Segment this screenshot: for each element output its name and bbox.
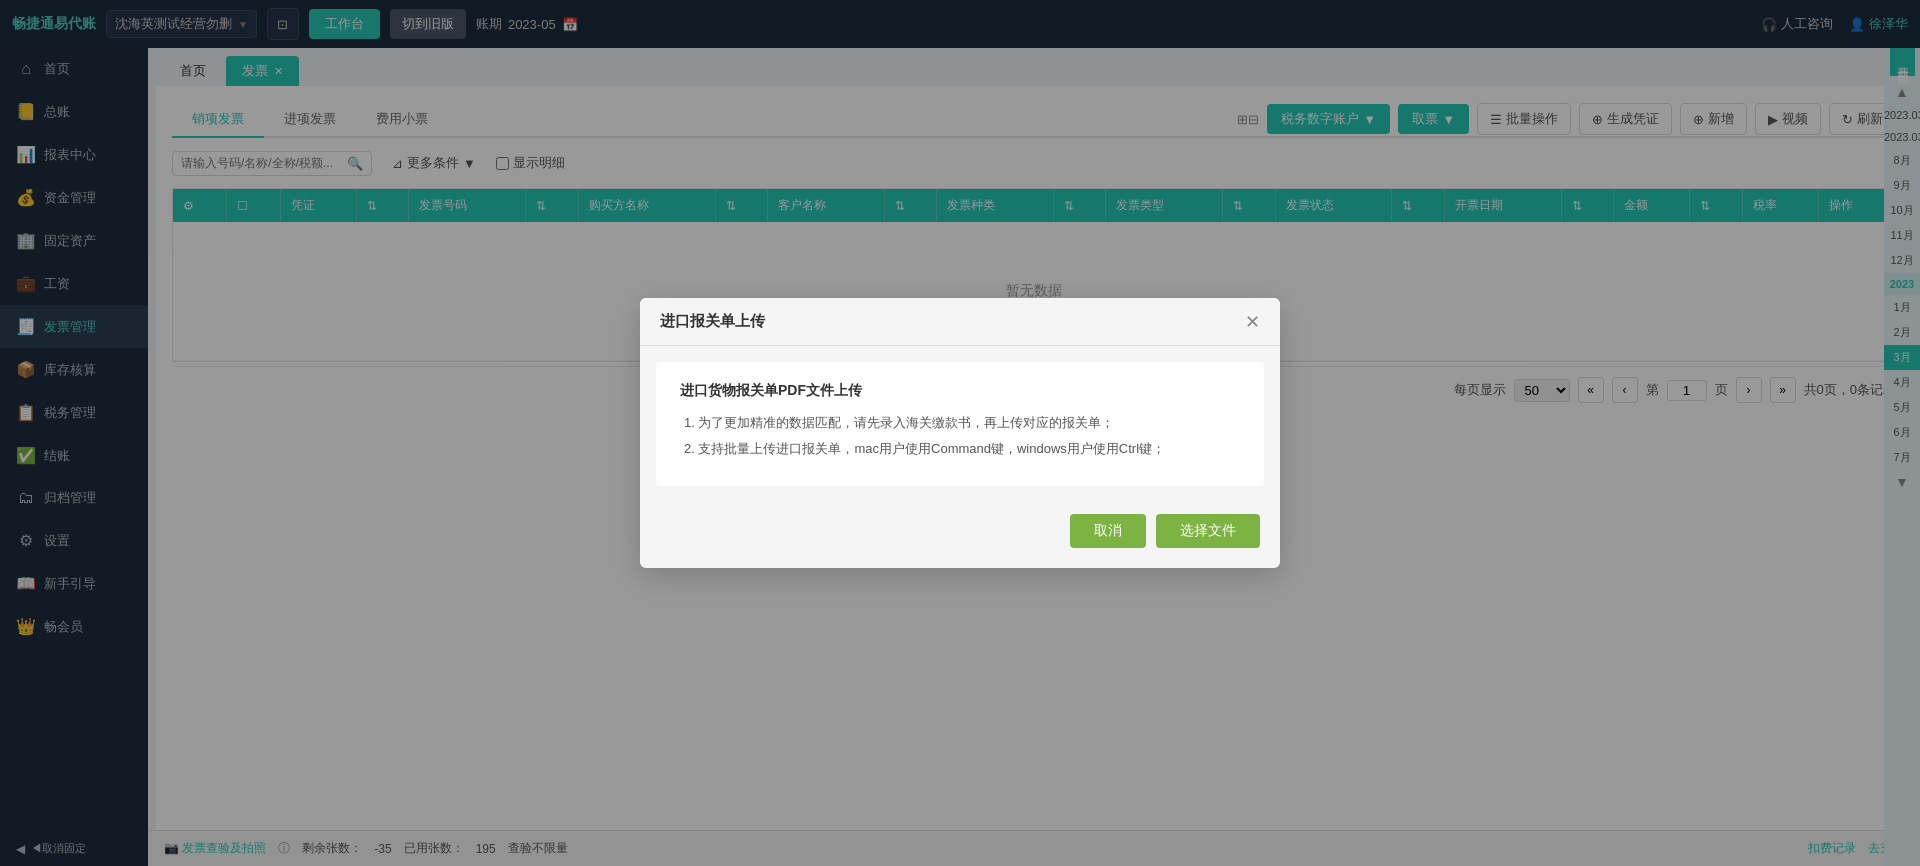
modal-body: 进口货物报关单PDF文件上传 1. 为了更加精准的数据匹配，请先录入海关缴款书，… [656,362,1264,486]
instruction-1: 1. 为了更加精准的数据匹配，请先录入海关缴款书，再上传对应的报关单； [680,414,1240,432]
modal-instructions: 1. 为了更加精准的数据匹配，请先录入海关缴款书，再上传对应的报关单； 2. 支… [680,414,1240,458]
instruction-2: 2. 支持批量上传进口报关单，mac用户使用Command键，windows用户… [680,440,1240,458]
modal-body-title: 进口货物报关单PDF文件上传 [680,382,1240,400]
import-customs-modal: 进口报关单上传 ✕ 进口货物报关单PDF文件上传 1. 为了更加精准的数据匹配，… [640,298,1280,568]
modal-cancel-button[interactable]: 取消 [1070,514,1146,548]
modal-header: 进口报关单上传 ✕ [640,298,1280,346]
modal-select-file-button[interactable]: 选择文件 [1156,514,1260,548]
modal-overlay: 进口报关单上传 ✕ 进口货物报关单PDF文件上传 1. 为了更加精准的数据匹配，… [0,0,1920,866]
modal-title: 进口报关单上传 [660,312,765,331]
modal-footer: 取消 选择文件 [640,502,1280,568]
modal-close-button[interactable]: ✕ [1245,313,1260,331]
